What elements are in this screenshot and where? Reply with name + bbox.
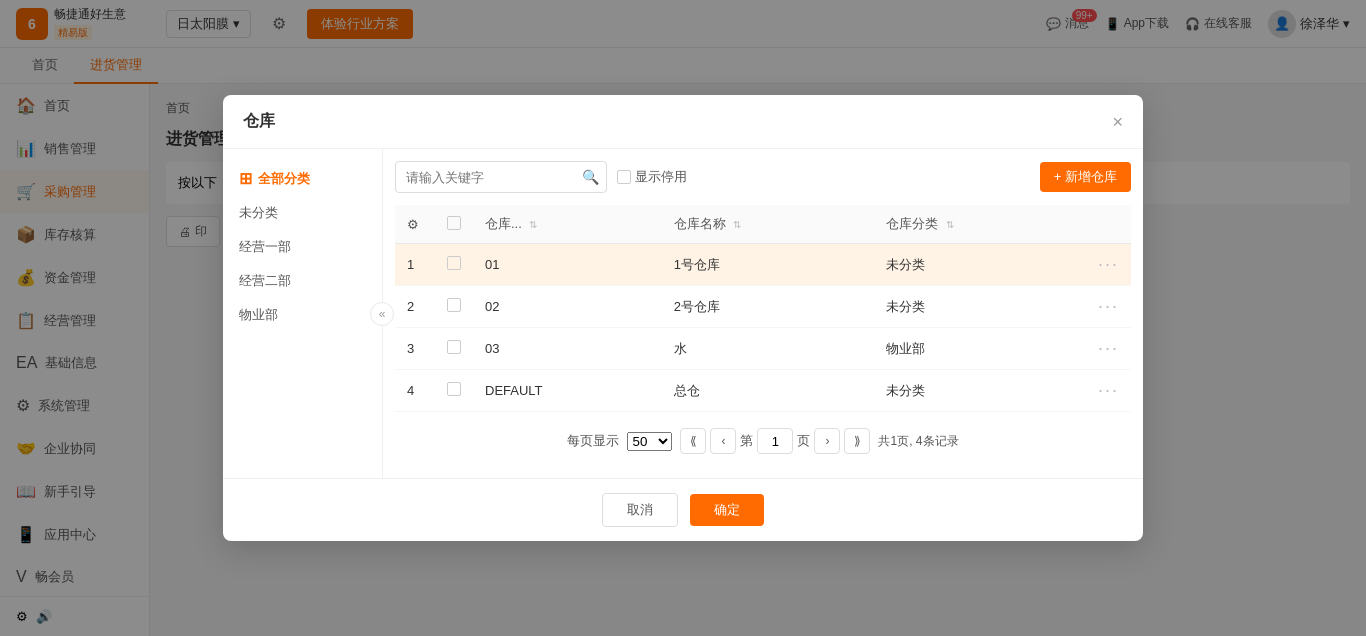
row-code: 03 (473, 328, 662, 370)
row-checkbox[interactable] (447, 256, 461, 270)
row-more[interactable]: ··· (1086, 286, 1131, 328)
search-icon[interactable]: 🔍 (582, 169, 599, 185)
row-checkbox[interactable] (447, 340, 461, 354)
warehouse-table: ⚙ 仓库... ⇅ 仓库名称 (395, 205, 1131, 412)
category-item-unclassified[interactable]: 未分类 (223, 196, 382, 230)
cancel-button[interactable]: 取消 (602, 493, 678, 527)
row-category: 物业部 (874, 328, 1086, 370)
row-name: 总仓 (662, 370, 874, 412)
table-head: ⚙ 仓库... ⇅ 仓库名称 (395, 205, 1131, 244)
modal-footer: 取消 确定 (223, 478, 1143, 541)
per-page-select[interactable]: 50 20 100 (627, 432, 672, 451)
row-checkbox[interactable] (447, 298, 461, 312)
col-settings: ⚙ (395, 205, 435, 244)
row-name: 1号仓库 (662, 244, 874, 286)
table-container: ⚙ 仓库... ⇅ 仓库名称 (395, 205, 1131, 412)
col-checkbox (435, 205, 473, 244)
page-input[interactable] (757, 428, 793, 454)
category-item-ops2[interactable]: 经营二部 (223, 264, 382, 298)
row-checkbox-cell[interactable] (435, 286, 473, 328)
modal-title: 仓库 (243, 111, 275, 132)
table-body: 1 01 1号仓库 未分类 ··· 2 02 2号仓库 未分类 ··· 3 03… (395, 244, 1131, 412)
page-nav: ⟪ ‹ 第 页 › ⟫ (680, 428, 870, 454)
row-num: 2 (395, 286, 435, 328)
modal-header: 仓库 × (223, 95, 1143, 149)
category-item-ops1[interactable]: 经营一部 (223, 230, 382, 264)
row-checkbox-cell[interactable] (435, 328, 473, 370)
col-category[interactable]: 仓库分类 ⇅ (874, 205, 1086, 244)
more-button[interactable]: ··· (1098, 296, 1119, 316)
prev-page-button[interactable]: ‹ (710, 428, 736, 454)
show-disabled-toggle[interactable]: 显示停用 (617, 168, 687, 186)
table-row[interactable]: 3 03 水 物业部 ··· (395, 328, 1131, 370)
confirm-button[interactable]: 确定 (690, 494, 764, 526)
category-header[interactable]: ⊞ 全部分类 (223, 161, 382, 196)
modal-body: ⊞ 全部分类 未分类 经营一部 经营二部 物业部 « 🔍 (223, 149, 1143, 478)
row-code: 02 (473, 286, 662, 328)
sort-icon-category: ⇅ (946, 219, 954, 230)
more-button[interactable]: ··· (1098, 338, 1119, 358)
sort-icon-code: ⇅ (529, 219, 537, 230)
collapse-sidebar-button[interactable]: « (370, 302, 394, 326)
search-input[interactable] (395, 161, 607, 193)
search-wrap: 🔍 (395, 161, 607, 193)
row-category: 未分类 (874, 286, 1086, 328)
col-action (1086, 205, 1131, 244)
last-page-button[interactable]: ⟫ (844, 428, 870, 454)
header-checkbox[interactable] (447, 216, 461, 230)
first-page-button[interactable]: ⟪ (680, 428, 706, 454)
add-warehouse-button[interactable]: + 新增仓库 (1040, 162, 1131, 192)
row-code: 01 (473, 244, 662, 286)
row-checkbox-cell[interactable] (435, 244, 473, 286)
row-code: DEFAULT (473, 370, 662, 412)
row-num: 4 (395, 370, 435, 412)
modal-overlay: 仓库 × ⊞ 全部分类 未分类 经营一部 经营二部 物业部 « (0, 0, 1366, 636)
row-more[interactable]: ··· (1086, 370, 1131, 412)
more-button[interactable]: ··· (1098, 380, 1119, 400)
row-category: 未分类 (874, 244, 1086, 286)
sort-icon-name: ⇅ (733, 219, 741, 230)
row-num: 1 (395, 244, 435, 286)
category-item-property[interactable]: 物业部 (223, 298, 382, 332)
modal-close-button[interactable]: × (1112, 113, 1123, 131)
table-row[interactable]: 2 02 2号仓库 未分类 ··· (395, 286, 1131, 328)
settings-col-icon: ⚙ (407, 217, 419, 232)
row-num: 3 (395, 328, 435, 370)
table-toolbar: 🔍 显示停用 + 新增仓库 (395, 161, 1131, 193)
row-more[interactable]: ··· (1086, 328, 1131, 370)
disabled-checkbox[interactable] (617, 170, 631, 184)
pagination: 每页显示 50 20 100 ⟪ ‹ 第 页 › ⟫ (395, 416, 1131, 466)
table-area: 🔍 显示停用 + 新增仓库 ⚙ (383, 149, 1143, 478)
category-sidebar: ⊞ 全部分类 未分类 经营一部 经营二部 物业部 « (223, 149, 383, 478)
row-checkbox-cell[interactable] (435, 370, 473, 412)
table-row[interactable]: 4 DEFAULT 总仓 未分类 ··· (395, 370, 1131, 412)
row-name: 水 (662, 328, 874, 370)
warehouse-modal: 仓库 × ⊞ 全部分类 未分类 经营一部 经营二部 物业部 « (223, 95, 1143, 541)
col-name[interactable]: 仓库名称 ⇅ (662, 205, 874, 244)
more-button[interactable]: ··· (1098, 254, 1119, 274)
row-more[interactable]: ··· (1086, 244, 1131, 286)
col-code[interactable]: 仓库... ⇅ (473, 205, 662, 244)
row-checkbox[interactable] (447, 382, 461, 396)
grid-icon: ⊞ (239, 169, 252, 188)
table-row[interactable]: 1 01 1号仓库 未分类 ··· (395, 244, 1131, 286)
row-name: 2号仓库 (662, 286, 874, 328)
next-page-button[interactable]: › (814, 428, 840, 454)
row-category: 未分类 (874, 370, 1086, 412)
